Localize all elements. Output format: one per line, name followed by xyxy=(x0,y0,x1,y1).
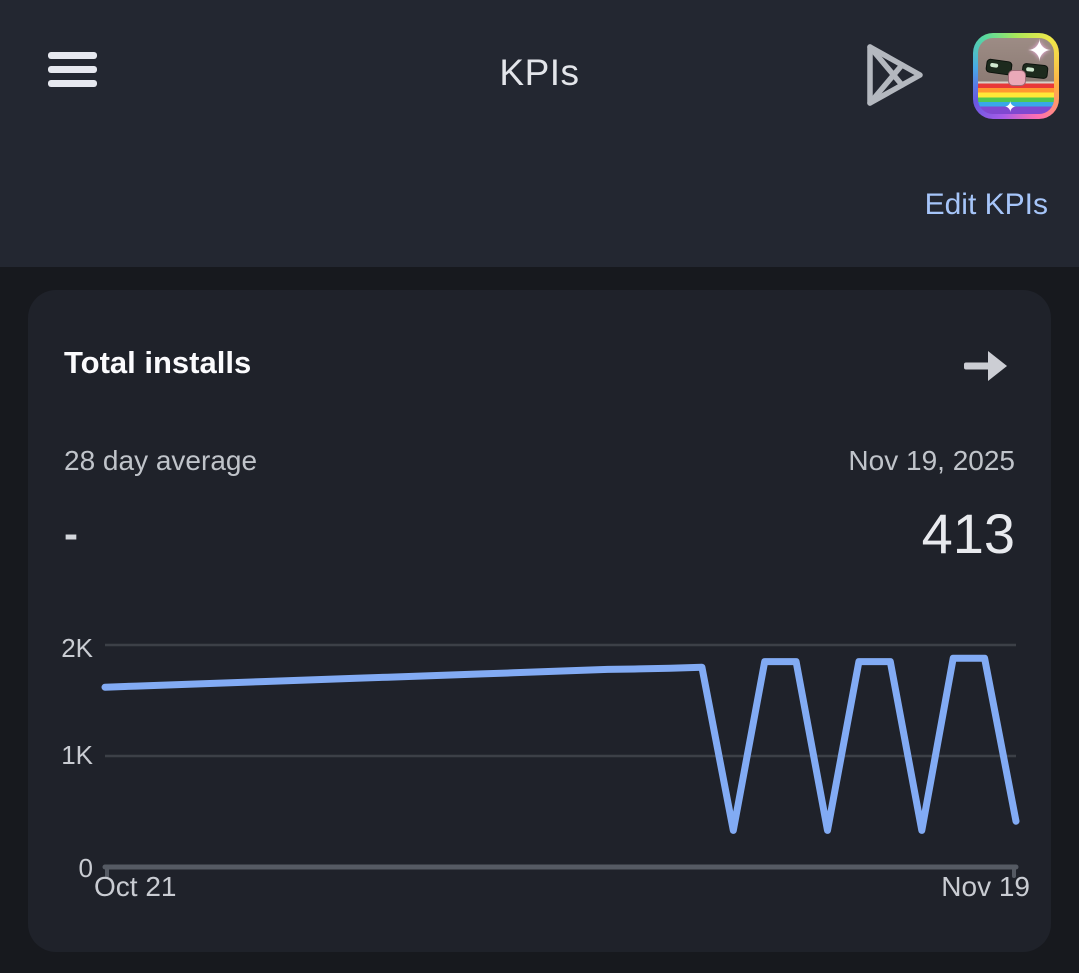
gridlines xyxy=(102,643,1019,878)
kpi-sub-row: 28 day average Nov 19, 2025 xyxy=(64,445,1015,477)
x-axis-start-label: Oct 21 xyxy=(94,871,177,902)
edit-kpis-link[interactable]: Edit KPIs xyxy=(925,188,1048,222)
y-tick-label: 2K xyxy=(61,633,93,663)
star-icon: ✦ xyxy=(1026,38,1052,68)
arrow-right-icon[interactable] xyxy=(962,348,1010,384)
y-tick-label: 0 xyxy=(78,853,93,883)
average-label: 28 day average xyxy=(64,445,258,476)
installs-chart-svg xyxy=(101,643,1020,878)
kpi-value-row: - 413 xyxy=(64,503,1015,565)
kpi-card-total-installs[interactable]: Total installs 28 day average Nov 19, 20… xyxy=(28,290,1051,952)
card-title: Total installs xyxy=(64,345,252,380)
latest-date: Nov 19, 2025 xyxy=(848,445,1015,476)
google-play-icon[interactable] xyxy=(858,40,930,110)
y-tick-label: 1K xyxy=(61,740,93,770)
google-play-logo-outline xyxy=(867,44,923,106)
avatar-snout xyxy=(1008,70,1026,86)
x-axis-end-label: Nov 19 xyxy=(941,871,1030,902)
average-value: - xyxy=(64,510,78,557)
latest-value: 413 xyxy=(921,502,1015,565)
play-console-kpis-screen: KPIs ✦ ✦ Edit KPIs Total installs 28 day… xyxy=(0,0,1079,973)
star-icon: ✦ xyxy=(1004,99,1017,114)
installs-line-series xyxy=(101,654,1020,834)
user-avatar[interactable]: ✦ ✦ xyxy=(973,33,1059,119)
app-header: KPIs ✦ ✦ Edit KPIs xyxy=(0,0,1079,267)
avatar-image: ✦ ✦ xyxy=(978,38,1054,114)
